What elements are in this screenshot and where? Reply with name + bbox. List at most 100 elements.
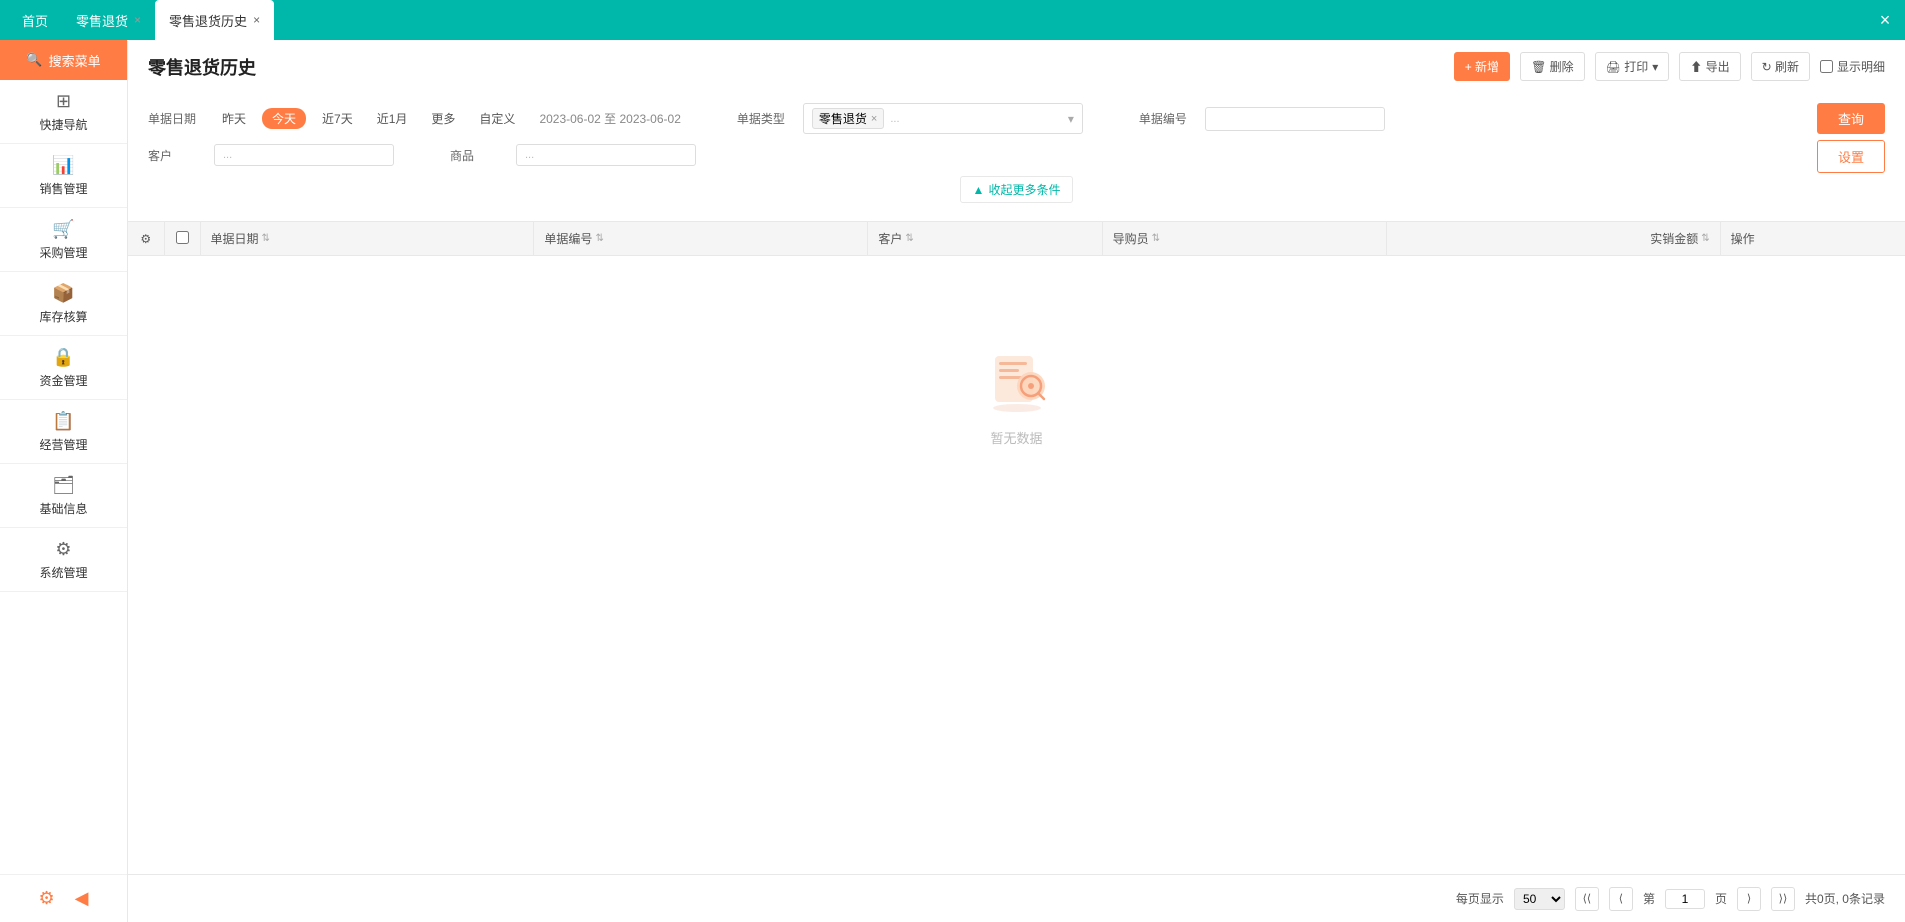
sidebar-item-finance-label: 资金管理 [39, 372, 87, 389]
page-title: 零售退货历史 [148, 54, 256, 80]
th-date: 单据日期 ⇅ [200, 222, 534, 256]
operations-icon: 📋 [52, 411, 74, 432]
date-btn-yesterday[interactable]: 昨天 [214, 108, 254, 129]
window-close-button[interactable]: × [1869, 4, 1901, 36]
sidebar-search[interactable]: 🔍 搜索菜单 [0, 40, 127, 80]
refresh-button[interactable]: ↻ 刷新 [1751, 52, 1810, 81]
sort-customer-icon[interactable]: ⇅ [905, 233, 913, 244]
set-button[interactable]: 设置 [1817, 140, 1885, 173]
sidebar-item-quicknav[interactable]: ⊞ 快捷导航 [0, 80, 127, 144]
tab-retail-return-history-label: 零售退货历史 [169, 11, 247, 30]
date-btn-7days[interactable]: 近7天 [314, 108, 361, 129]
last-page-button[interactable]: ⟩⟩ [1771, 887, 1795, 911]
sort-amount-icon[interactable]: ⇅ [1701, 233, 1709, 244]
select-all-checkbox[interactable] [176, 231, 189, 244]
sort-date-icon[interactable]: ⇅ [262, 233, 270, 244]
finance-icon: 🔒 [52, 347, 74, 368]
prev-page-button[interactable]: ⟨ [1609, 887, 1633, 911]
first-page-button[interactable]: ⟨⟨ [1575, 887, 1599, 911]
total-label: 共0页, 0条记录 [1805, 890, 1885, 907]
page-number-input[interactable] [1665, 889, 1705, 909]
tab-retail-return[interactable]: 零售退货 × [62, 0, 155, 40]
table-container: ⚙ 单据日期 ⇅ 单据编号 [128, 222, 1905, 874]
goods-filter-select[interactable]: ... [516, 144, 696, 166]
next-page-button[interactable]: ⟩ [1737, 887, 1761, 911]
export-button[interactable]: ⬆ 导出 [1679, 52, 1740, 81]
filter-area: 单据日期 昨天 今天 近7天 近1月 更多 自定义 2023-06-02 至 2… [148, 93, 1885, 221]
th-guide-label: 导购员 [1113, 230, 1149, 247]
show-detail-toggle[interactable]: 显示明细 [1820, 58, 1885, 75]
tab-retail-return-close[interactable]: × [134, 13, 141, 27]
sidebar-item-basic-info[interactable]: 🗂 基础信息 [0, 464, 127, 528]
th-amount-label: 实销金额 [1650, 230, 1698, 247]
page-size-label: 每页显示 [1456, 890, 1504, 907]
page-header: 零售退货历史 + 新增 🗑 删除 🖨 打印 ▾ ⬆ 导出 [128, 40, 1905, 222]
sidebar-item-sales-label: 销售管理 [39, 180, 87, 197]
sort-voucher-icon[interactable]: ⇅ [595, 233, 603, 244]
type-dropdown-icon: ▾ [1068, 112, 1074, 126]
collapse-sidebar-icon[interactable]: ◀ [75, 888, 89, 909]
th-date-label: 单据日期 [211, 230, 259, 247]
sidebar-item-operations[interactable]: 📋 经营管理 [0, 400, 127, 464]
show-detail-label: 显示明细 [1837, 58, 1885, 75]
sales-icon: 📊 [52, 155, 74, 176]
th-ops: 操作 [1720, 222, 1905, 256]
collapse-up-icon: ▲ [973, 183, 985, 197]
page-title-row: 零售退货历史 + 新增 🗑 删除 🖨 打印 ▾ ⬆ 导出 [148, 52, 1885, 81]
date-btn-1month[interactable]: 近1月 [369, 108, 416, 129]
sidebar-item-basicinfo-label: 基础信息 [39, 500, 87, 517]
print-button[interactable]: 🖨 打印 ▾ [1595, 52, 1670, 81]
refresh-label: ↻ 刷新 [1762, 58, 1799, 75]
new-label: + 新增 [1465, 58, 1499, 75]
date-btn-today[interactable]: 今天 [262, 108, 306, 129]
tab-home[interactable]: 首页 [8, 0, 62, 40]
type-filter-label: 单据类型 [737, 110, 787, 127]
content-area: 零售退货历史 + 新增 🗑 删除 🖨 打印 ▾ ⬆ 导出 [128, 40, 1905, 922]
type-tag-value: 零售退货 [819, 110, 867, 127]
inventory-icon: 📦 [52, 283, 74, 304]
sidebar-item-quicknav-label: 快捷导航 [39, 116, 87, 133]
collapse-filter-button[interactable]: ▲ 收起更多条件 [960, 176, 1074, 203]
collapse-filter-label: 收起更多条件 [988, 181, 1060, 198]
sidebar-item-finance[interactable]: 🔒 资金管理 [0, 336, 127, 400]
type-tag-remove[interactable]: × [871, 113, 877, 125]
page-size-select[interactable]: 50 20 100 [1514, 888, 1565, 910]
settings-bottom-icon[interactable]: ⚙ [39, 888, 55, 909]
date-btn-more[interactable]: 更多 [423, 108, 463, 129]
show-detail-checkbox[interactable] [1820, 60, 1833, 73]
empty-state: 暂无数据 [128, 256, 1905, 527]
query-button[interactable]: 查询 [1817, 103, 1885, 134]
voucher-filter-input[interactable] [1205, 107, 1385, 131]
new-button[interactable]: + 新增 [1454, 52, 1510, 81]
customer-input-dots: ... [223, 149, 232, 161]
th-checkbox[interactable] [164, 222, 200, 256]
customer-filter-select[interactable]: ... [214, 144, 394, 166]
th-ops-label: 操作 [1731, 232, 1755, 246]
tab-retail-return-history-close[interactable]: × [253, 13, 260, 27]
table-header-row: ⚙ 单据日期 ⇅ 单据编号 [128, 222, 1905, 256]
tab-retail-return-label: 零售退货 [76, 11, 128, 30]
type-filter-select[interactable]: 零售退货 × ... ▾ [803, 103, 1083, 134]
main-layout: 🔍 搜索菜单 ⊞ 快捷导航 📊 销售管理 🛒 采购管理 📦 库存核算 🔒 资金管… [0, 40, 1905, 922]
delete-button[interactable]: 🗑 删除 [1520, 52, 1585, 81]
toolbar: + 新增 🗑 删除 🖨 打印 ▾ ⬆ 导出 ↻ 刷新 [1454, 52, 1885, 81]
sidebar-item-system-label: 系统管理 [39, 564, 87, 581]
settings-icon[interactable]: ⚙ [140, 232, 151, 246]
th-amount: 实销金额 ⇅ [1386, 222, 1720, 256]
search-icon: 🔍 [26, 52, 42, 68]
goods-filter-label: 商品 [450, 147, 500, 164]
data-table: ⚙ 单据日期 ⇅ 单据编号 [128, 222, 1905, 527]
sidebar-item-sales[interactable]: 📊 销售管理 [0, 144, 127, 208]
tab-list: 首页 零售退货 × 零售退货历史 × [8, 0, 1869, 40]
sidebar-search-label: 搜索菜单 [49, 51, 101, 70]
sidebar-item-purchase[interactable]: 🛒 采购管理 [0, 208, 127, 272]
sidebar-item-system[interactable]: ⚙ 系统管理 [0, 528, 127, 592]
tab-retail-return-history[interactable]: 零售退货历史 × [155, 0, 274, 40]
date-btn-custom[interactable]: 自定义 [471, 108, 523, 129]
sidebar-item-inventory[interactable]: 📦 库存核算 [0, 272, 127, 336]
th-settings[interactable]: ⚙ [128, 222, 164, 256]
filter-collapse-row: ▲ 收起更多条件 [148, 176, 1885, 203]
type-input-dots: ... [890, 113, 899, 125]
sort-guide-icon[interactable]: ⇅ [1152, 233, 1160, 244]
sidebar-item-purchase-label: 采购管理 [39, 244, 87, 261]
